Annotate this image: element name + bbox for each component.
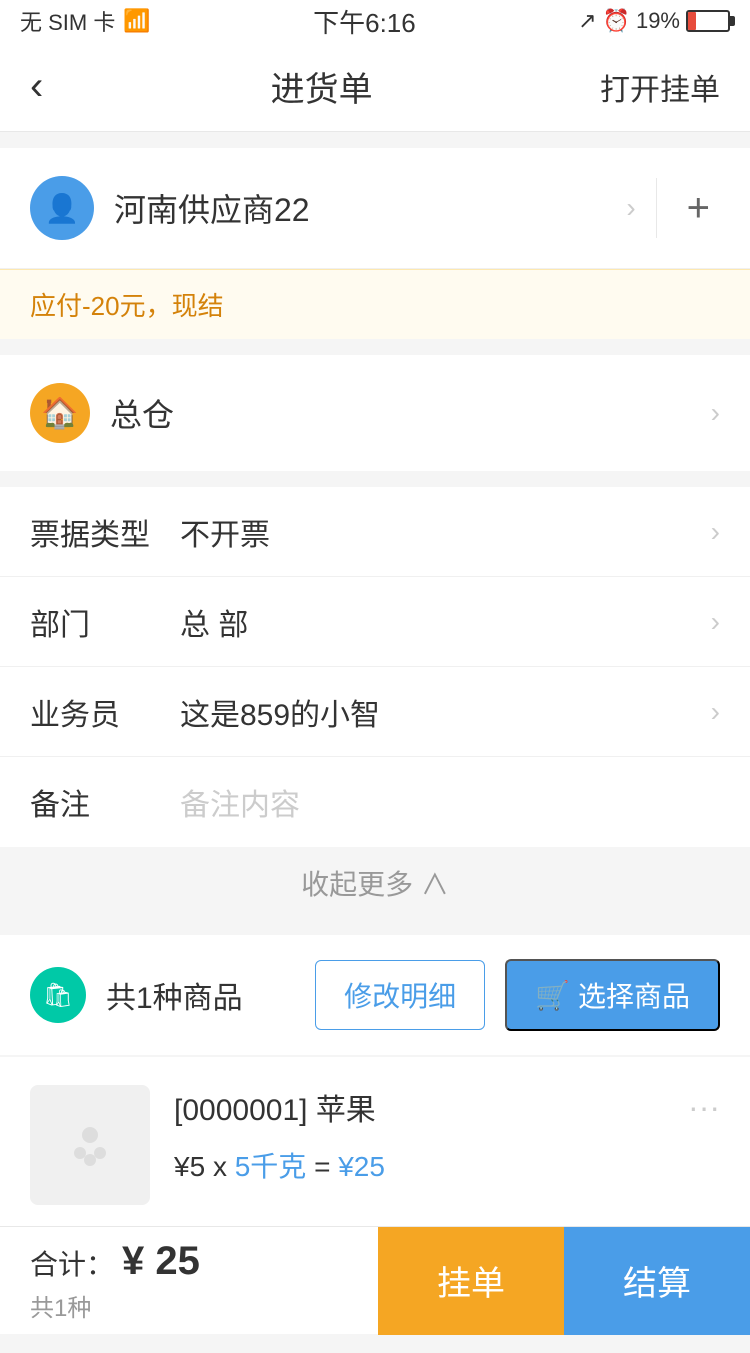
content: 👤 河南供应商22 › + 应付-20元，现结 🏠 总仓 › 票据类型 不开票 … xyxy=(0,148,750,1353)
total-prefix: 合计： xyxy=(30,1243,114,1283)
department-label: 部门 xyxy=(30,600,160,644)
total-count: 共1种 xyxy=(30,1288,348,1323)
supplier-name: 河南供应商22 xyxy=(114,185,626,231)
total-label: 合计： ¥ 25 xyxy=(30,1239,348,1284)
form-section: 票据类型 不开票 › 部门 总 部 › 业务员 这是859的小智 › 备注 备注… xyxy=(0,487,750,847)
remark-row[interactable]: 备注 备注内容 xyxy=(0,757,750,847)
salesperson-row[interactable]: 业务员 这是859的小智 › xyxy=(0,667,750,757)
collapse-button[interactable]: 收起更多 ∧ xyxy=(0,847,750,919)
checkout-button[interactable]: 结算 xyxy=(564,1227,750,1335)
divider xyxy=(656,178,657,238)
salesperson-label: 业务员 xyxy=(30,690,160,734)
carrier-text: 无 SIM 卡 xyxy=(20,5,115,37)
product-info: [0000001] 苹果 ¥5 x 5千克 = ¥25 xyxy=(174,1085,664,1185)
supplier-section: 👤 河南供应商22 › + 应付-20元，现结 xyxy=(0,148,750,339)
status-right: ↗ ⏰ 19% xyxy=(578,8,730,34)
total-section: 合计： ¥ 25 共1种 xyxy=(0,1239,378,1323)
supplier-row[interactable]: 👤 河南供应商22 › + xyxy=(0,148,750,269)
quantity-value: 5千克 xyxy=(235,1151,307,1182)
avatar-icon: 👤 xyxy=(45,192,80,225)
chevron-right-icon: › xyxy=(711,696,720,728)
status-time: 下午6:16 xyxy=(313,3,416,40)
invoice-type-label: 票据类型 xyxy=(30,510,160,554)
price-value: ¥5 xyxy=(174,1151,205,1182)
remark-input[interactable]: 备注内容 xyxy=(160,780,720,824)
status-bar: 无 SIM 卡 📶 下午6:16 ↗ ⏰ 19% xyxy=(0,0,750,42)
nav-bar: ‹ 进货单 打开挂单 xyxy=(0,42,750,132)
location-icon: ↗ xyxy=(578,8,596,34)
chevron-right-icon: › xyxy=(626,192,635,224)
chevron-right-icon: › xyxy=(711,516,720,548)
salesperson-value: 这是859的小智 xyxy=(160,690,711,734)
invoice-type-row[interactable]: 票据类型 不开票 › xyxy=(0,487,750,577)
back-button[interactable]: ‹ xyxy=(30,64,43,109)
chevron-right-icon: › xyxy=(711,397,720,429)
warehouse-icon: 🏠 xyxy=(30,383,90,443)
pending-button[interactable]: 挂单 xyxy=(378,1227,564,1335)
collapse-label: 收起更多 ∧ xyxy=(301,863,449,903)
warehouse-section: 🏠 总仓 › xyxy=(0,355,750,471)
product-thumbnail xyxy=(30,1085,150,1205)
price-equals: = xyxy=(314,1151,338,1182)
page-title: 进货单 xyxy=(271,62,373,111)
warehouse-name: 总仓 xyxy=(110,390,711,436)
product-id: [0000001] xyxy=(174,1094,307,1127)
balance-hint: 应付-20元，现结 xyxy=(0,269,750,339)
department-value: 总 部 xyxy=(160,600,711,644)
checkout-label: 结算 xyxy=(623,1256,691,1305)
battery-icon xyxy=(686,10,730,32)
edit-detail-button[interactable]: 修改明细 xyxy=(315,960,485,1030)
battery-percent: 19% xyxy=(636,8,680,34)
department-row[interactable]: 部门 总 部 › xyxy=(0,577,750,667)
products-count: 共1种商品 xyxy=(106,973,295,1017)
pending-label: 挂单 xyxy=(437,1256,505,1305)
bottom-bar: 合计： ¥ 25 共1种 挂单 结算 xyxy=(0,1226,750,1334)
total-value: ¥25 xyxy=(338,1151,385,1182)
wifi-icon: 📶 xyxy=(123,8,150,34)
alarm-icon: ⏰ xyxy=(603,8,630,34)
cart-icon: 🛒 xyxy=(535,979,570,1012)
product-item: [0000001] 苹果 ¥5 x 5千克 = ¥25 ··· xyxy=(0,1057,750,1233)
add-button[interactable]: + xyxy=(677,186,720,231)
select-product-label: 选择商品 xyxy=(578,975,690,1015)
chevron-right-icon: › xyxy=(711,606,720,638)
remark-label: 备注 xyxy=(30,780,160,824)
avatar: 👤 xyxy=(30,176,94,240)
invoice-type-value: 不开票 xyxy=(160,510,711,554)
product-name: [0000001] 苹果 xyxy=(174,1085,664,1129)
more-button[interactable]: ··· xyxy=(688,1085,720,1130)
status-left: 无 SIM 卡 📶 xyxy=(20,5,151,37)
product-title: 苹果 xyxy=(316,1094,376,1127)
price-multiply: x xyxy=(213,1151,235,1182)
warehouse-row[interactable]: 🏠 总仓 › xyxy=(0,355,750,471)
open-pending-button[interactable]: 打开挂单 xyxy=(600,65,720,109)
product-price: ¥5 x 5千克 = ¥25 xyxy=(174,1145,664,1185)
products-header: 🛍 共1种商品 修改明细 🛒 选择商品 xyxy=(0,935,750,1055)
products-icon: 🛍 xyxy=(30,967,86,1023)
select-product-button[interactable]: 🛒 选择商品 xyxy=(505,959,720,1031)
bag-icon: 🛍 xyxy=(43,981,73,1010)
total-amount: ¥ 25 xyxy=(122,1239,200,1284)
